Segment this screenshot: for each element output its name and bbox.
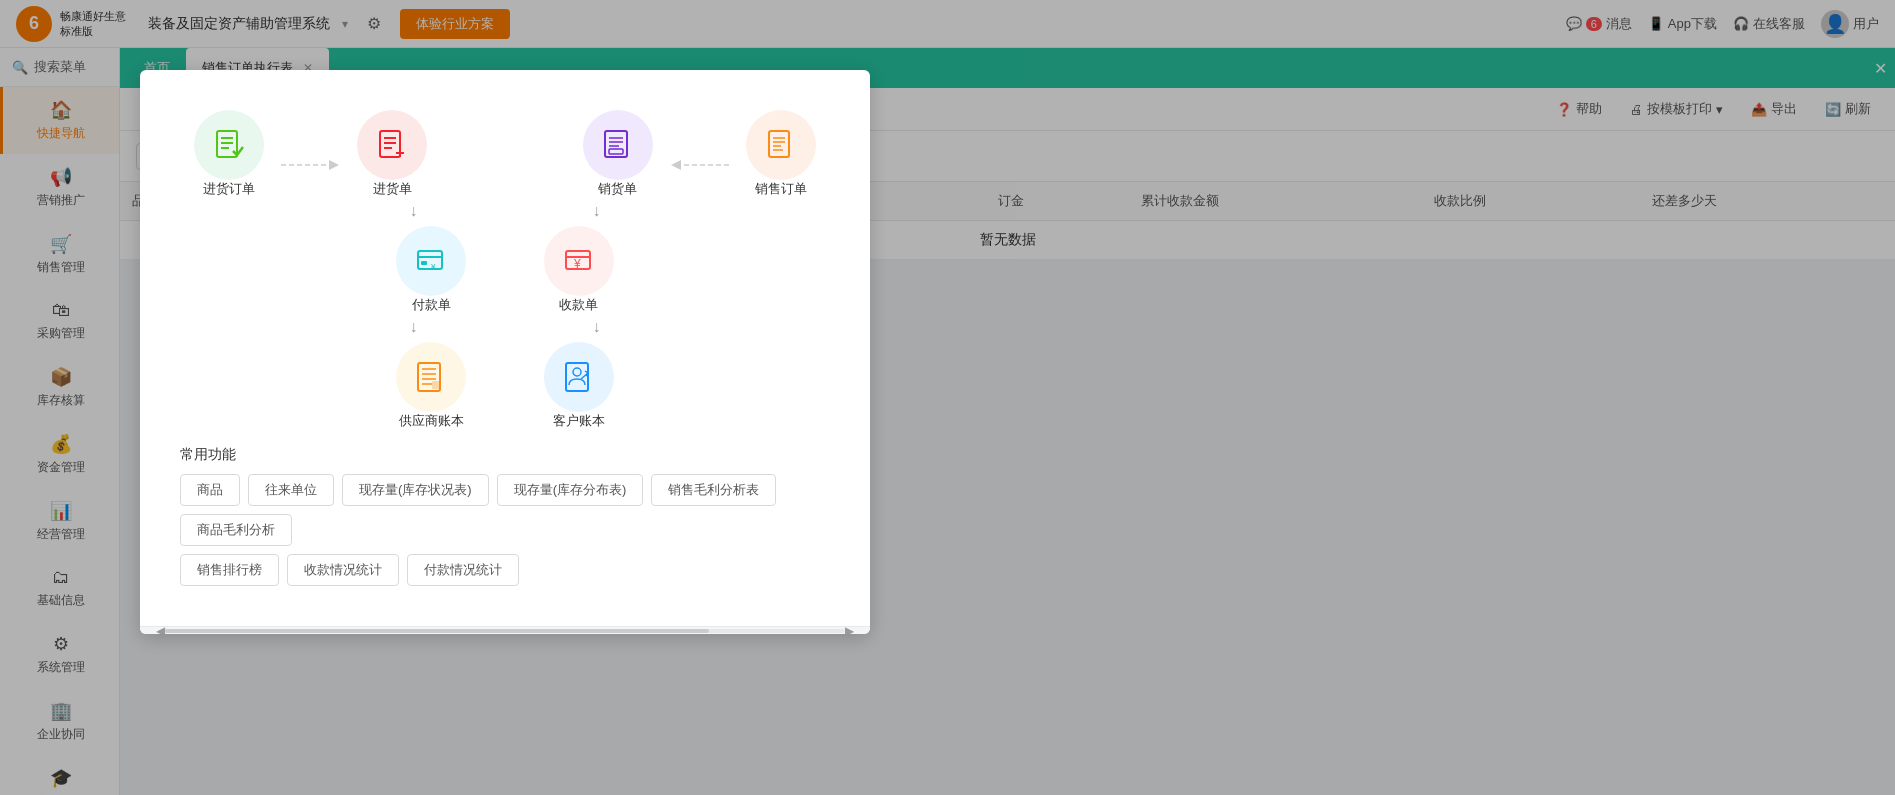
flow-row-2: ¥ 付款单 ¥ 收款单 [194, 226, 816, 314]
common-functions-title: 常用功能 [180, 446, 830, 464]
receipt-bill-circle[interactable]: ¥ [544, 226, 614, 296]
modal-scrollbar[interactable]: ◀ ▶ [140, 626, 870, 634]
supplier-account-col: 供应商账本 [396, 342, 466, 430]
svg-rect-24 [418, 251, 442, 269]
svg-rect-26 [421, 261, 427, 265]
payment-bill-arrow-down: ↓ [410, 318, 418, 336]
func-btn-商品[interactable]: 商品 [180, 474, 240, 506]
supplier-account-circle[interactable] [396, 342, 466, 412]
func-btn-现存量(库存分布表)[interactable]: 现存量(库存分布表) [497, 474, 644, 506]
receipt-bill-col: ¥ 收款单 [544, 226, 614, 314]
func-btns-row1: 商品往来单位现存量(库存状况表)现存量(库存分布表)销售毛利分析表商品毛利分析 [180, 474, 830, 546]
payment-bill-circle[interactable]: ¥ [396, 226, 466, 296]
flow-row-3: 供应商账本 客户账本 [194, 342, 816, 430]
svg-marker-18 [671, 160, 681, 170]
modal-overlay[interactable]: 进货订单 进货单 [0, 0, 1895, 795]
customer-account-label: 客户账本 [553, 412, 605, 430]
flow-down-arrows-1: ↓ ↓ [194, 200, 816, 222]
scroll-right-arrow[interactable]: ▶ [845, 624, 854, 635]
payment-bill-col: ¥ 付款单 [396, 226, 466, 314]
purchase-bill-arrow-down: ↓ [410, 202, 418, 220]
func-btn-付款情况统计[interactable]: 付款情况统计 [407, 554, 519, 586]
flow-down-arrows-2: ↓ ↓ [194, 316, 816, 338]
receipt-bill-label: 收款单 [559, 296, 598, 314]
svg-marker-5 [329, 160, 339, 170]
func-btn-往来单位[interactable]: 往来单位 [248, 474, 334, 506]
purchase-bill-circle[interactable] [357, 110, 427, 180]
purchase-bill-label: 进货单 [373, 180, 412, 198]
svg-point-38 [573, 368, 581, 376]
func-btns-row2: 销售排行榜收款情况统计付款情况统计 [180, 554, 830, 586]
purchase-order-col: 进货订单 [194, 110, 264, 198]
scroll-left-arrow[interactable]: ◀ [156, 624, 165, 635]
modal-body: 进货订单 进货单 [140, 70, 870, 626]
customer-account-circle[interactable] [544, 342, 614, 412]
receipt-bill-arrow-down: ↓ [592, 318, 600, 336]
sales-bill-label: 销货单 [598, 180, 637, 198]
purchase-order-circle[interactable] [194, 110, 264, 180]
func-btn-现存量(库存状况表)[interactable]: 现存量(库存状况表) [342, 474, 489, 506]
customer-account-col: 客户账本 [544, 342, 614, 430]
func-btn-商品毛利分析[interactable]: 商品毛利分析 [180, 514, 292, 546]
func-btn-销售排行榜[interactable]: 销售排行榜 [180, 554, 279, 586]
flow-row-1: 进货订单 进货单 [194, 110, 816, 198]
purchase-bill-col: 进货单 [357, 110, 427, 198]
svg-rect-36 [432, 381, 440, 389]
scroll-thumb[interactable] [165, 629, 709, 633]
svg-rect-19 [769, 131, 789, 157]
sales-bill-circle[interactable] [583, 110, 653, 180]
purchase-order-label: 进货订单 [203, 180, 255, 198]
sales-bill-col: 销货单 [583, 110, 653, 198]
func-btn-销售毛利分析表[interactable]: 销售毛利分析表 [651, 474, 776, 506]
arrow-sales-order-to-bill [669, 155, 729, 175]
sales-order-circle[interactable] [746, 110, 816, 180]
arrow-purchase-order-to-bill [281, 155, 341, 175]
common-functions: 常用功能 商品往来单位现存量(库存状况表)现存量(库存分布表)销售毛利分析表商品… [164, 446, 846, 602]
sales-bill-arrow-down: ↓ [592, 202, 600, 220]
svg-text:¥: ¥ [430, 262, 436, 271]
svg-rect-16 [609, 149, 623, 154]
svg-text:¥: ¥ [573, 257, 581, 271]
flow-diagram: 进货订单 进货单 [164, 94, 846, 446]
sales-order-col: 销售订单 [746, 110, 816, 198]
supplier-account-label: 供应商账本 [399, 412, 464, 430]
flow-modal: 进货订单 进货单 [140, 70, 870, 634]
svg-rect-37 [566, 363, 588, 391]
func-btn-收款情况统计[interactable]: 收款情况统计 [287, 554, 399, 586]
sales-order-label: 销售订单 [755, 180, 807, 198]
scroll-track[interactable] [165, 629, 845, 633]
payment-bill-label: 付款单 [412, 296, 451, 314]
